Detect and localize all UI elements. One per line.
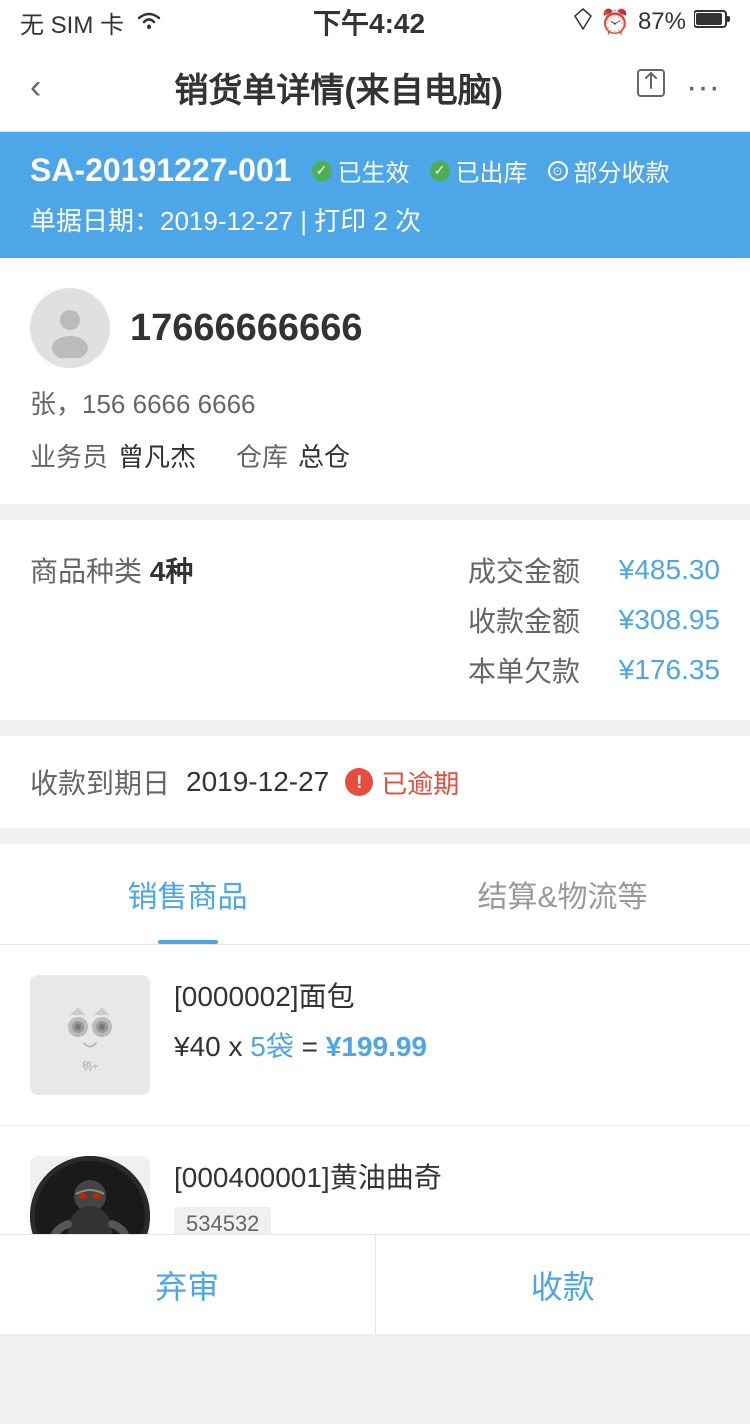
goods-type-value: 4种 [150, 556, 194, 587]
financial-stats: 成交金额 ¥485.30 收款金额 ¥308.95 本单欠款 ¥176.35 [468, 550, 720, 690]
product-price-1: ¥40 x 5袋 = ¥199.99 [174, 1025, 720, 1065]
nav-bar: ‹ 销货单详情(来自电脑) ··· [0, 44, 750, 132]
product-name-2: [000400001]黄油曲奇 [174, 1156, 720, 1196]
product-qty-1: 5袋 [250, 1031, 294, 1062]
status-bar-left: 无 SIM 卡 [20, 5, 164, 40]
warehouse-label: 仓库 [236, 437, 288, 474]
overdue-icon: ! [345, 768, 373, 796]
goods-type-label: 商品种类 [30, 556, 142, 587]
due-date-value: 2019-12-27 [186, 766, 329, 798]
equals-1: = [294, 1031, 326, 1062]
price-base-1: ¥40 x [174, 1031, 250, 1062]
sales-info: 业务员 曾凡杰 [30, 437, 196, 474]
more-button[interactable]: ··· [686, 68, 720, 107]
stats-section: 商品种类 4种 成交金额 ¥485.30 收款金额 ¥308.95 本单欠款 ¥… [0, 520, 750, 720]
owed-row: 本单欠款 ¥176.35 [468, 650, 720, 690]
order-id: SA-20191227-001 [30, 152, 292, 189]
customer-section: 17666666666 张，156 6666 6666 业务员 曾凡杰 仓库 总… [0, 258, 750, 504]
received-label: 收款金额 [468, 600, 580, 640]
product-total-1: ¥199.99 [326, 1031, 427, 1062]
nav-right-actions: ··· [636, 68, 720, 107]
product-thumb-1: 鸮+ [30, 975, 150, 1095]
confirm-button[interactable]: 收款 [376, 1235, 750, 1334]
due-date-section: 收款到期日 2019-12-27 ! 已逾期 [0, 736, 750, 828]
tabs-row: 销售商品 结算&物流等 [0, 844, 750, 945]
avatar [30, 288, 110, 368]
status-badge-partial: ⊙ 部分收款 [548, 153, 670, 188]
status-bar-right: ⏰ 87% [574, 8, 730, 37]
received-row: 收款金额 ¥308.95 [468, 600, 720, 640]
received-value: ¥308.95 [600, 604, 720, 636]
due-label: 收款到期日 [30, 762, 170, 802]
tab-settlement[interactable]: 结算&物流等 [375, 844, 750, 944]
order-header: SA-20191227-001 ✓ 已生效 ✓ 已出库 ⊙ 部分收款 单据日期：… [0, 132, 750, 258]
customer-contact: 张，156 6666 6666 [30, 384, 720, 421]
battery-text: 87% [638, 8, 686, 36]
product-info-1: [0000002]面包 ¥40 x 5袋 = ¥199.99 [174, 975, 720, 1065]
bottom-bar: 弃审 收款 [0, 1234, 750, 1334]
back-button[interactable]: ‹ [30, 68, 41, 107]
check-active-icon: ✓ [312, 161, 332, 181]
cancel-button[interactable]: 弃审 [0, 1235, 376, 1334]
transaction-value: ¥485.30 [600, 554, 720, 586]
overdue-badge: ! 已逾期 [345, 764, 459, 801]
product-item: 鸮+ [0000002]面包 ¥40 x 5袋 = ¥199.99 [0, 945, 750, 1126]
sales-label: 业务员 [30, 437, 108, 474]
status-bar-time: 下午4:42 [313, 2, 425, 42]
alarm-icon: ⏰ [600, 8, 630, 37]
product-name-1: [0000002]面包 [174, 975, 720, 1015]
clock-icon: ⊙ [548, 161, 568, 181]
owed-value: ¥176.35 [600, 654, 720, 686]
owed-label: 本单欠款 [468, 650, 580, 690]
order-date: 单据日期：2019-12-27 | 打印 2 次 [30, 201, 720, 238]
tab-sales-products[interactable]: 销售商品 [0, 844, 375, 944]
overdue-text: 已逾期 [381, 764, 459, 801]
svg-text:鸮+: 鸮+ [82, 1060, 98, 1073]
tabs-section: 销售商品 结算&物流等 [0, 844, 750, 945]
check-shipped-icon: ✓ [430, 161, 450, 181]
carrier-text: 无 SIM 卡 [20, 5, 124, 40]
sales-value: 曾凡杰 [118, 437, 196, 474]
battery-icon [694, 8, 730, 36]
transaction-label: 成交金额 [468, 550, 580, 590]
transaction-row: 成交金额 ¥485.30 [468, 550, 720, 590]
wifi-icon [134, 8, 164, 37]
customer-id: 17666666666 [130, 307, 362, 350]
warehouse-info: 仓库 总仓 [236, 437, 350, 474]
status-bar: 无 SIM 卡 下午4:42 ⏰ 87% [0, 0, 750, 44]
customer-meta: 业务员 曾凡杰 仓库 总仓 [30, 437, 720, 474]
page-title: 销货单详情(来自电脑) [174, 63, 503, 112]
goods-type-info: 商品种类 4种 [30, 550, 193, 590]
location-icon [574, 8, 592, 37]
share-button[interactable] [636, 68, 666, 107]
warehouse-value: 总仓 [298, 437, 350, 474]
status-badge-active: ✓ 已生效 [312, 153, 410, 188]
product-thumb-placeholder-1: 鸮+ [30, 975, 150, 1095]
status-badge-shipped: ✓ 已出库 [430, 153, 528, 188]
